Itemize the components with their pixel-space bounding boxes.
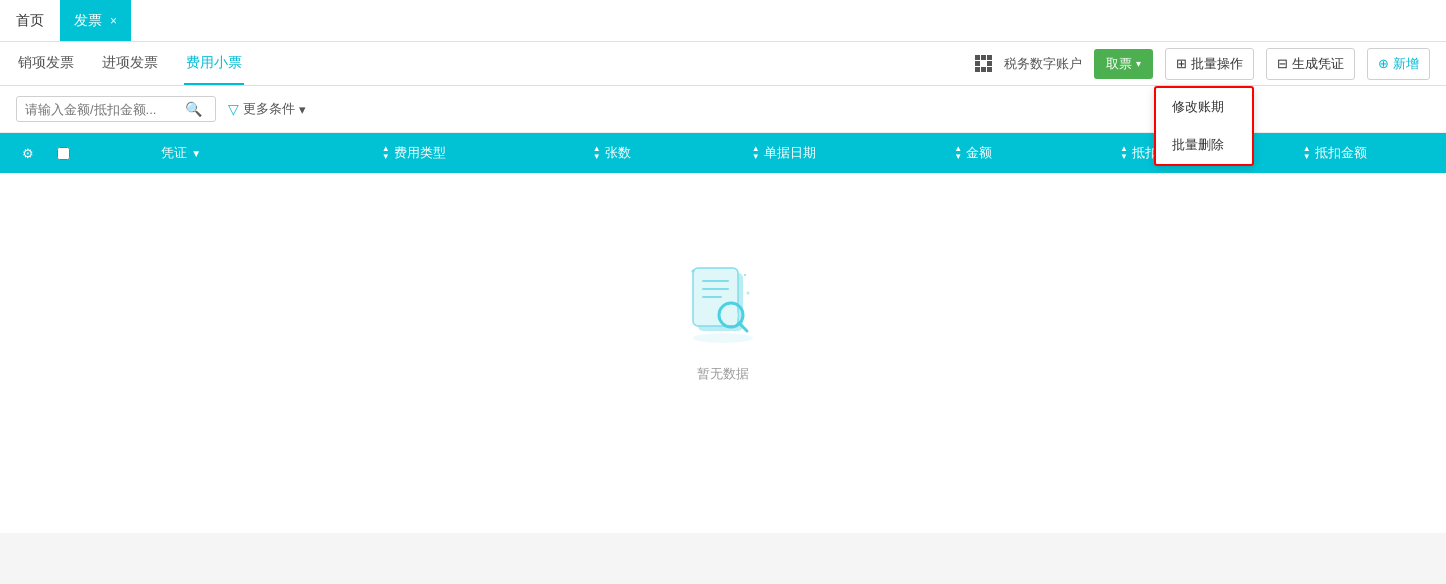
- nav-tab-close[interactable]: ×: [110, 14, 117, 28]
- amount-sort-icon: ▲▼: [954, 145, 962, 161]
- th-date[interactable]: ▲▼ 单据日期: [681, 144, 888, 162]
- th-checkbox[interactable]: [48, 147, 78, 160]
- tab-expense[interactable]: 费用小票: [184, 42, 244, 85]
- tab-input[interactable]: 进项发票: [100, 42, 160, 85]
- generate-icon: ⊟: [1277, 56, 1288, 71]
- deduct-amount-sort-icon: ▲▼: [1303, 145, 1311, 161]
- svg-point-7: [724, 308, 738, 322]
- svg-point-10: [744, 274, 746, 276]
- nav-tab-invoice[interactable]: 发票 ×: [60, 0, 131, 41]
- th-deduct-amount[interactable]: ▲▼ 抵扣金额: [1231, 144, 1438, 162]
- nav-home[interactable]: 首页: [0, 0, 60, 41]
- th-count[interactable]: ▲▼ 张数: [543, 144, 681, 162]
- add-button[interactable]: ⊕ 新增: [1367, 48, 1430, 80]
- select-all-checkbox[interactable]: [57, 147, 70, 160]
- qr-icon[interactable]: [975, 55, 992, 72]
- empty-text: 暂无数据: [697, 365, 749, 383]
- batch-dropdown-menu: 修改账期 批量删除: [1154, 86, 1254, 166]
- deduct-rate-sort-icon: ▲▼: [1120, 145, 1128, 161]
- more-conditions-arrow: ▾: [299, 102, 306, 117]
- batch-icon: ⊞: [1176, 56, 1187, 71]
- th-amount[interactable]: ▲▼ 金额: [887, 144, 1059, 162]
- empty-illustration: [673, 253, 773, 353]
- svg-point-9: [692, 270, 695, 273]
- svg-point-0: [693, 333, 753, 343]
- th-expense-type[interactable]: ▲▼ 费用类型: [285, 144, 543, 162]
- count-sort-icon: ▲▼: [593, 145, 601, 161]
- th-gear[interactable]: ⚙: [8, 146, 48, 161]
- tab-sales[interactable]: 销项发票: [16, 42, 76, 85]
- top-nav: 首页 发票 ×: [0, 0, 1446, 42]
- search-wrap: 🔍: [16, 96, 216, 122]
- voucher-filter-icon: ▼: [191, 148, 201, 159]
- th-voucher[interactable]: 凭证 ▼: [78, 144, 285, 162]
- generate-voucher-button[interactable]: ⊟ 生成凭证: [1266, 48, 1355, 80]
- nav-tab-label: 发票: [74, 12, 102, 30]
- modify-period-item[interactable]: 修改账期: [1156, 88, 1252, 126]
- search-input[interactable]: [25, 102, 185, 117]
- add-icon: ⊕: [1378, 56, 1389, 71]
- date-sort-icon: ▲▼: [752, 145, 760, 161]
- more-conditions-button[interactable]: ▽ 更多条件 ▾: [228, 100, 306, 118]
- expense-sort-icon: ▲▼: [382, 145, 390, 161]
- batch-btn-wrap: ⊞ 批量操作 修改账期 批量删除: [1165, 48, 1254, 80]
- sub-nav-tabs: 销项发票 进项发票 费用小票: [16, 42, 244, 85]
- get-ticket-button[interactable]: 取票 ▾: [1094, 49, 1153, 79]
- svg-point-11: [747, 292, 750, 295]
- tax-account-link[interactable]: 税务数字账户: [1004, 55, 1082, 73]
- get-ticket-arrow: ▾: [1136, 58, 1141, 69]
- content-area: ⚙ 凭证 ▼ ▲▼ 费用类型 ▲▼ 张数 ▲▼ 单据日期 ▲▼ 金额 ▲▼ 抵扣…: [0, 133, 1446, 533]
- sub-nav: 销项发票 进项发票 费用小票 税务数字账户 取票 ▾ ⊞ 批量操作 修改账期: [0, 42, 1446, 86]
- search-icon[interactable]: 🔍: [185, 101, 202, 117]
- batch-operation-button[interactable]: ⊞ 批量操作: [1165, 48, 1254, 80]
- batch-delete-item[interactable]: 批量删除: [1156, 126, 1252, 164]
- sub-nav-actions: 税务数字账户 取票 ▾ ⊞ 批量操作 修改账期 批量删除 ⊟ 生成凭证 ⊕ 新增: [975, 48, 1430, 80]
- filter-icon: ▽: [228, 101, 239, 117]
- empty-state: 暂无数据: [0, 173, 1446, 423]
